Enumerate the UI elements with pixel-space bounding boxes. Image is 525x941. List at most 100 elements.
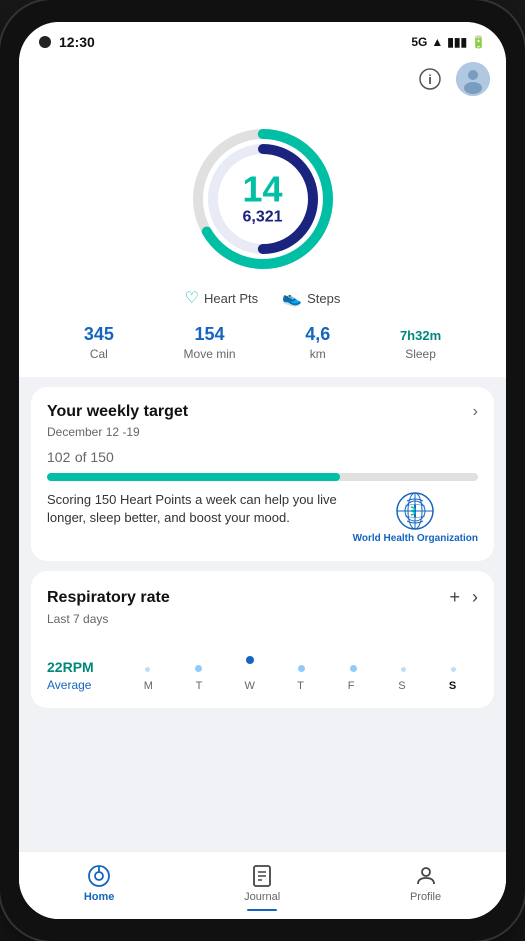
- dot-col-s1: [401, 667, 406, 672]
- stat-move: 154 Move min: [184, 324, 236, 361]
- day-w: W: [242, 680, 258, 692]
- nav-home[interactable]: Home: [64, 860, 135, 907]
- day-f: F: [343, 680, 359, 692]
- resp-actions: + ›: [449, 587, 478, 608]
- stat-sleep-value: 7h32m: [400, 324, 441, 345]
- status-time: 12:30: [59, 34, 95, 50]
- day-s1: S: [394, 680, 410, 692]
- chart-area: M T W T F S S: [123, 636, 478, 692]
- info-button[interactable]: i: [414, 63, 446, 95]
- progress-current: 102: [47, 449, 70, 465]
- dot-m: [145, 667, 150, 672]
- battery-icon: 🔋: [471, 35, 486, 49]
- stat-sleep: 7h32m Sleep: [400, 324, 441, 361]
- legend-heart: ♡ Heart Pts: [185, 288, 259, 308]
- dot-col-s2: [451, 667, 456, 672]
- resp-title: Respiratory rate: [47, 589, 170, 607]
- dot-s2: [451, 667, 456, 672]
- heart-label: Heart Pts: [204, 291, 258, 306]
- stat-move-label: Move min: [184, 347, 236, 361]
- svg-text:i: i: [428, 72, 432, 87]
- stat-move-value: 154: [184, 324, 236, 345]
- dot-col-m: [145, 667, 150, 672]
- nav-journal[interactable]: Journal: [224, 860, 300, 907]
- stat-sleep-label: Sleep: [400, 347, 441, 361]
- day-t2: T: [292, 680, 308, 692]
- resp-header: Respiratory rate + ›: [47, 587, 478, 608]
- journal-icon: [250, 864, 274, 888]
- resp-avg-label: Average: [47, 678, 107, 692]
- wifi-icon: ▲: [431, 35, 443, 49]
- dot-col-w: [246, 656, 254, 672]
- day-m: M: [140, 680, 156, 692]
- day-t1: T: [191, 680, 207, 692]
- resp-rpm: 22RPM: [47, 654, 107, 676]
- ring-main-number: 14: [242, 171, 282, 207]
- legend-row: ♡ Heart Pts 👟 Steps: [185, 288, 341, 308]
- home-icon: [87, 864, 111, 888]
- bottom-nav: Home Journal Profile: [19, 851, 506, 919]
- phone-screen: 12:30 5G ▲ ▮▮▮ 🔋 i: [19, 22, 506, 919]
- card-description: Scoring 150 Heart Points a week can help…: [47, 491, 343, 527]
- heart-icon: ♡: [185, 288, 199, 308]
- status-bar: 12:30 5G ▲ ▮▮▮ 🔋: [19, 22, 506, 58]
- who-emblem-svg: [395, 491, 435, 531]
- dot-col-t2: [298, 665, 305, 672]
- card-bottom: Scoring 150 Heart Points a week can help…: [47, 491, 478, 545]
- day-labels: M T W T F S S: [123, 680, 478, 692]
- dot-s1: [401, 667, 406, 672]
- day-s2: S: [445, 680, 461, 692]
- steps-icon: 👟: [282, 288, 302, 308]
- stat-cal-value: 345: [84, 324, 114, 345]
- nav-profile-label: Profile: [410, 891, 441, 903]
- steps-label: Steps: [307, 291, 340, 306]
- dot-col-t1: [195, 665, 202, 672]
- resp-content: 22RPM Average: [47, 636, 478, 692]
- resp-subtitle: Last 7 days: [47, 612, 478, 626]
- stats-row: 345 Cal 154 Move min 4,6 km 7h32m: [39, 324, 486, 361]
- progress-bar-bg: [47, 473, 478, 481]
- ring-sub-number: 6,321: [242, 207, 282, 226]
- camera-dot: [39, 36, 51, 48]
- who-logo: World Health Organization: [353, 491, 478, 545]
- progress-bar-fill: [47, 473, 340, 481]
- network-label: 5G: [411, 35, 427, 49]
- chevron-right-icon-resp[interactable]: ›: [472, 587, 478, 608]
- weekly-target-title: Your weekly target: [47, 403, 188, 421]
- top-bar: i: [19, 58, 506, 104]
- avatar[interactable]: [456, 62, 490, 96]
- ring-center: 14 6,321: [242, 171, 282, 226]
- resp-avg: 22RPM Average: [47, 654, 107, 692]
- ring-section: 14 6,321 ♡ Heart Pts 👟 Steps: [19, 104, 506, 377]
- stat-km-label: km: [305, 347, 330, 361]
- progress-label: 102 of 150: [47, 449, 478, 467]
- stat-cal: 345 Cal: [84, 324, 114, 361]
- nav-journal-underline: [247, 909, 277, 911]
- dot-w: [246, 656, 254, 664]
- scroll-content[interactable]: 14 6,321 ♡ Heart Pts 👟 Steps: [19, 104, 506, 851]
- chevron-right-icon[interactable]: ›: [473, 403, 478, 421]
- dot-t1: [195, 665, 202, 672]
- dot-f: [350, 665, 357, 672]
- nav-home-label: Home: [84, 891, 115, 903]
- date-range: December 12 -19: [47, 425, 478, 439]
- weekly-target-card[interactable]: Your weekly target › December 12 -19 102…: [31, 387, 494, 561]
- respiratory-card[interactable]: Respiratory rate + › Last 7 days 22RPM A…: [31, 571, 494, 708]
- signal-icon: ▮▮▮: [447, 35, 467, 49]
- dots-row: [123, 636, 478, 676]
- stat-cal-label: Cal: [84, 347, 114, 361]
- phone-frame: 12:30 5G ▲ ▮▮▮ 🔋 i: [0, 0, 525, 941]
- status-left: 12:30: [39, 34, 95, 50]
- nav-profile[interactable]: Profile: [390, 860, 461, 907]
- stat-km-value: 4,6: [305, 324, 330, 345]
- who-org-name: World Health Organization: [353, 533, 478, 545]
- card-header: Your weekly target ›: [47, 403, 478, 421]
- dot-t2: [298, 665, 305, 672]
- legend-steps: 👟 Steps: [282, 288, 340, 308]
- dot-col-f: [350, 665, 357, 672]
- status-right: 5G ▲ ▮▮▮ 🔋: [411, 35, 486, 49]
- plus-icon[interactable]: +: [449, 587, 460, 608]
- profile-icon: [414, 864, 438, 888]
- progress-total: 150: [90, 449, 113, 465]
- nav-journal-label: Journal: [244, 891, 280, 903]
